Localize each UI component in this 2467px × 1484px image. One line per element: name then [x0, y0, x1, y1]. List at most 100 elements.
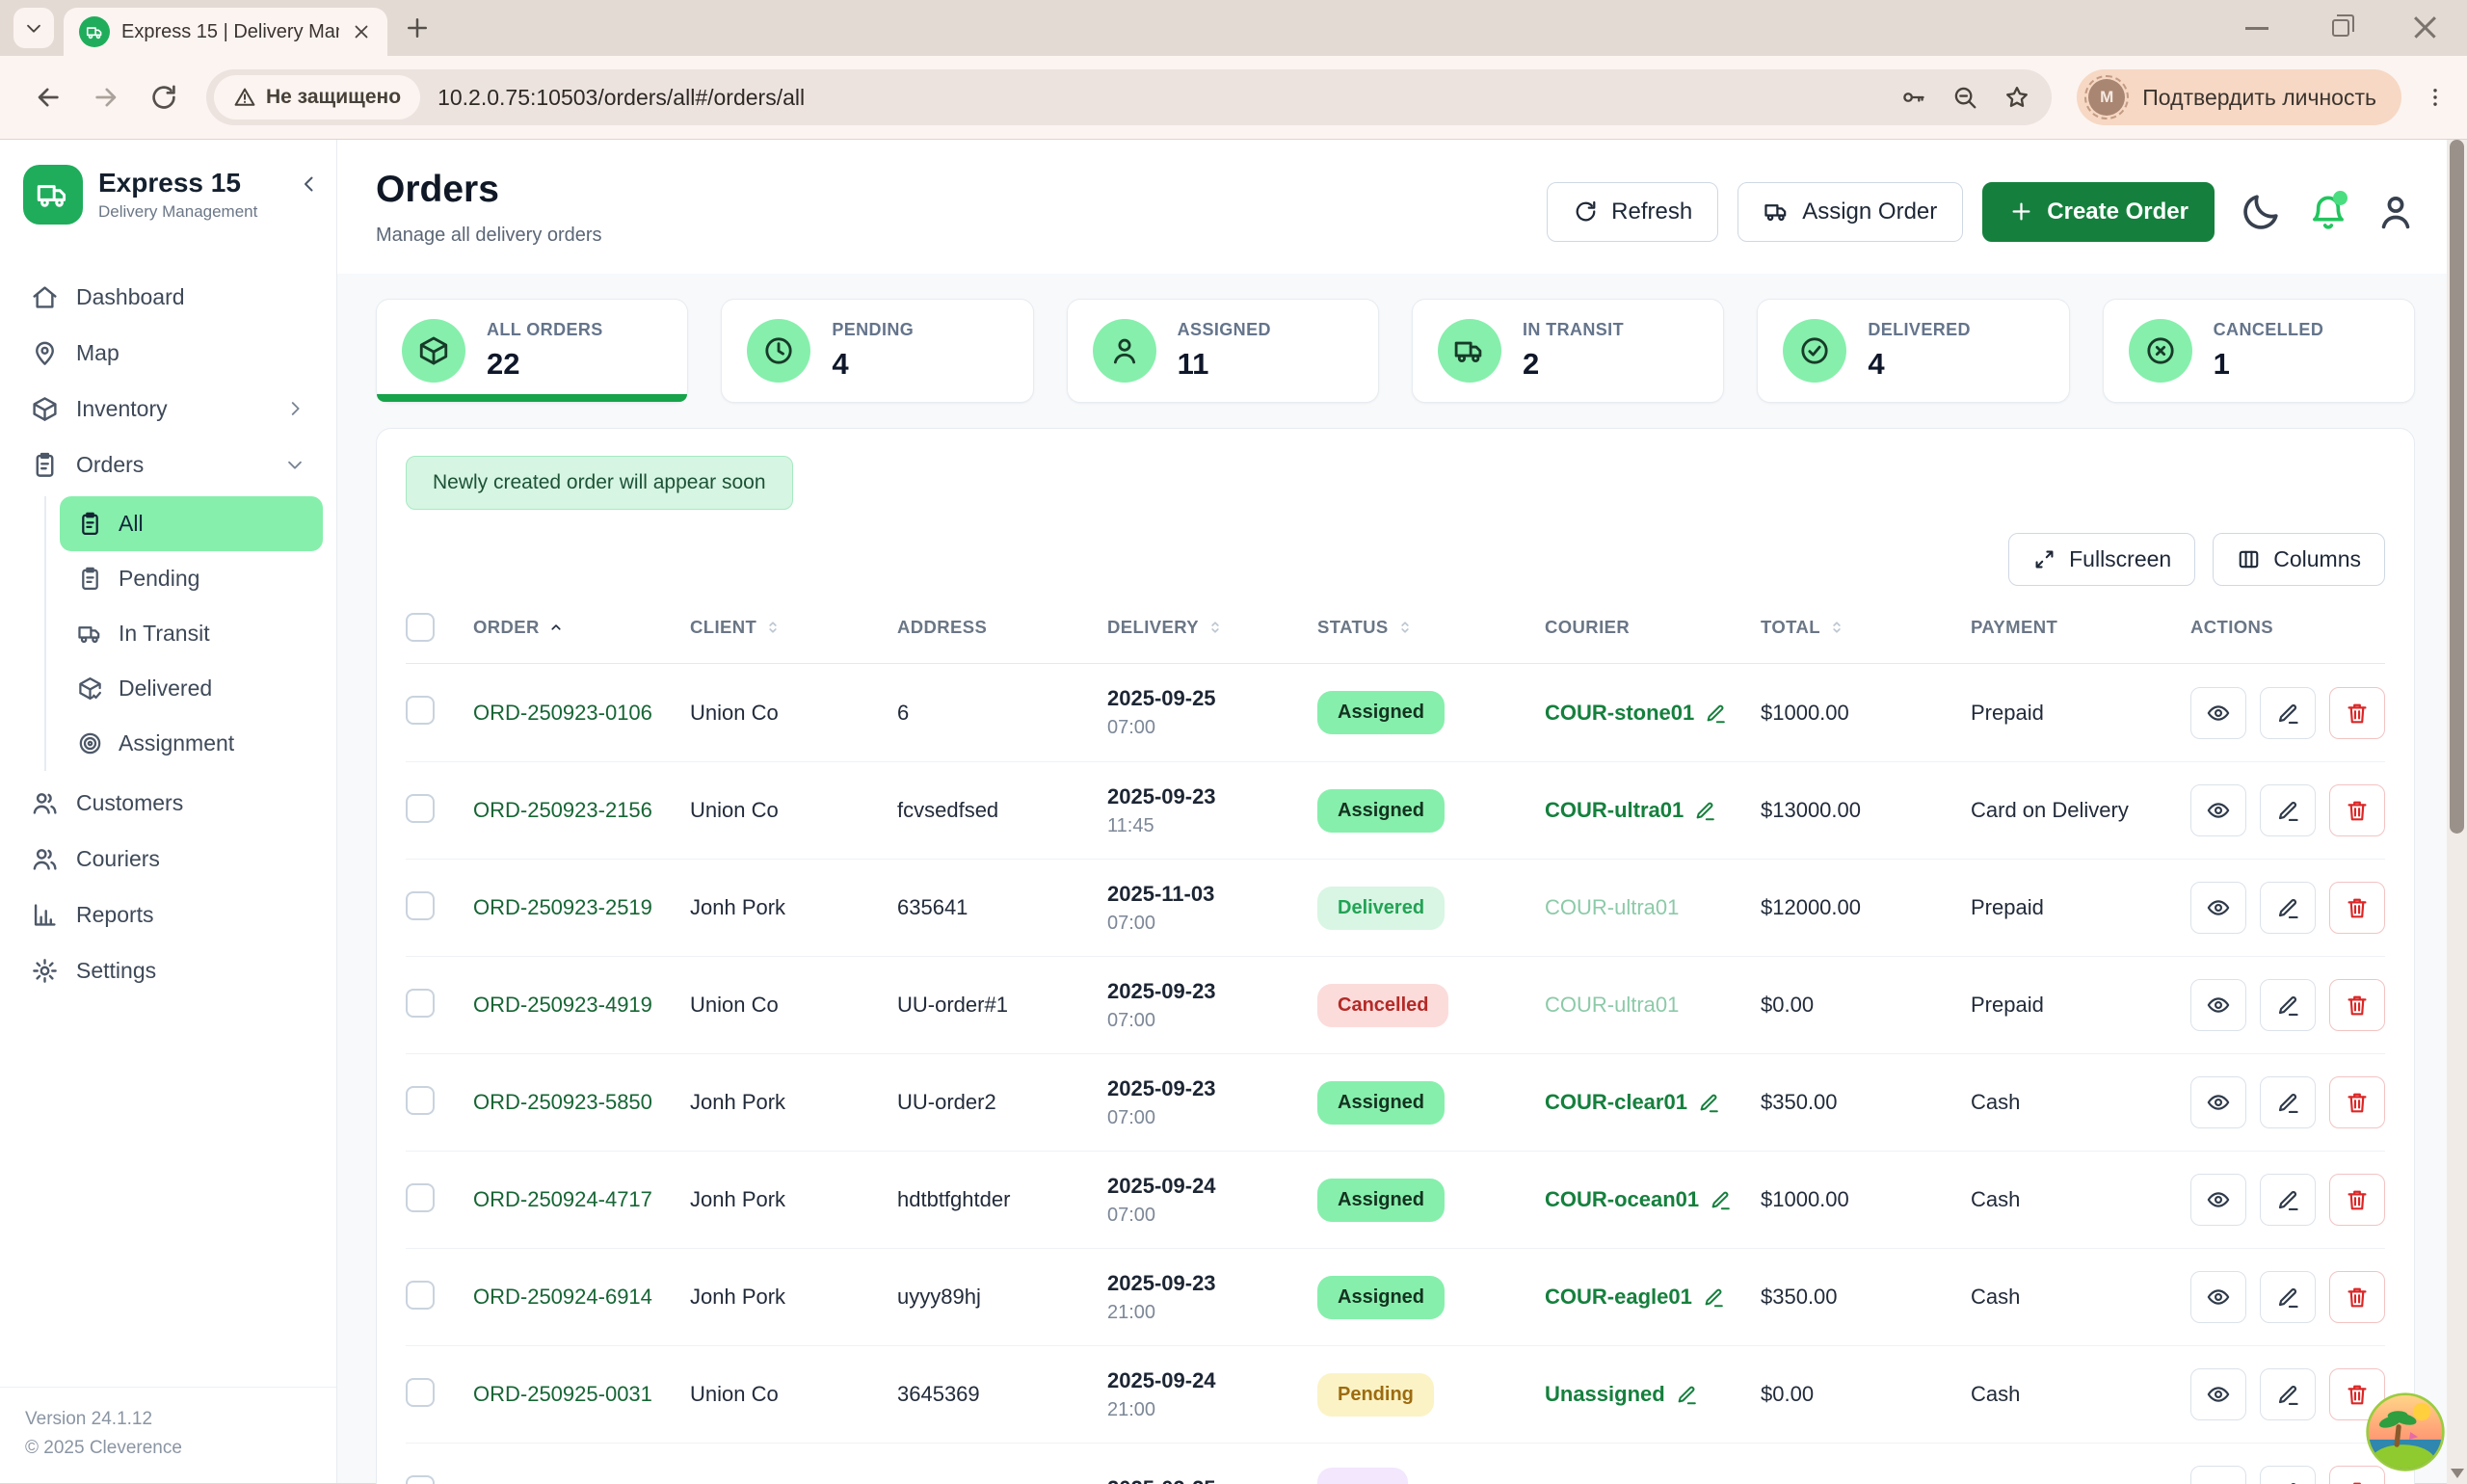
edit-order-button[interactable]	[2260, 1174, 2316, 1226]
edit-order-button[interactable]	[2260, 979, 2316, 1031]
tab-search-button[interactable]	[13, 8, 54, 48]
bookmark-star-icon[interactable]	[2003, 84, 2030, 111]
stat-card-all-orders[interactable]: ALL ORDERS 22	[376, 299, 689, 403]
edit-courier-icon[interactable]	[1693, 799, 1716, 822]
order-id-link[interactable]: ORD-250923-0106	[473, 701, 652, 725]
zoom-out-icon[interactable]	[1951, 84, 1978, 111]
stat-card-cancelled[interactable]: CANCELLED 1	[2102, 299, 2415, 403]
edit-order-button[interactable]	[2260, 1271, 2316, 1323]
row-checkbox[interactable]	[406, 988, 435, 1018]
edit-courier-icon[interactable]	[1704, 702, 1727, 725]
row-checkbox[interactable]	[406, 696, 435, 725]
row-checkbox[interactable]	[406, 1085, 435, 1115]
confirm-identity-button[interactable]: M Подтвердить личность	[2077, 69, 2401, 125]
sidebar-item-customers[interactable]: Customers	[13, 775, 323, 831]
edit-courier-icon[interactable]	[1709, 1188, 1732, 1211]
assign-order-button[interactable]: Assign Order	[1738, 181, 1964, 242]
column-header-courier[interactable]: COURIER	[1545, 617, 1761, 638]
column-header-address[interactable]: ADDRESS	[897, 617, 1107, 638]
stat-card-delivered[interactable]: DELIVERED 4	[1757, 299, 2070, 403]
sidebar-item-dashboard[interactable]: Dashboard	[13, 269, 323, 325]
edit-order-button[interactable]	[2260, 784, 2316, 836]
select-all-checkbox[interactable]	[406, 613, 435, 642]
edit-courier-icon[interactable]	[1702, 1285, 1725, 1309]
row-checkbox[interactable]	[406, 1377, 435, 1407]
window-restore-button[interactable]	[2332, 14, 2354, 37]
courier-link[interactable]: COUR-ultra01	[1545, 895, 1679, 920]
columns-button[interactable]: Columns	[2213, 533, 2385, 586]
edit-order-button[interactable]	[2260, 1368, 2316, 1420]
stat-card-pending[interactable]: PENDING 4	[721, 299, 1034, 403]
reload-button[interactable]	[148, 82, 179, 113]
edit-order-button[interactable]	[2260, 1466, 2316, 1484]
browser-tab[interactable]: Express 15 | Delivery Management	[64, 8, 387, 56]
browser-menu-icon[interactable]	[2423, 85, 2448, 110]
stat-card-in-transit[interactable]: IN TRANSIT 2	[1411, 299, 1725, 403]
window-close-button[interactable]	[2413, 15, 2438, 40]
forward-button[interactable]	[91, 82, 121, 113]
delete-order-button[interactable]	[2329, 1076, 2385, 1128]
sidebar-item-map[interactable]: Map	[13, 325, 323, 381]
scrollbar-down-arrow[interactable]	[2451, 1469, 2464, 1478]
view-order-button[interactable]	[2190, 784, 2246, 836]
view-order-button[interactable]	[2190, 686, 2246, 739]
edit-order-button[interactable]	[2260, 1076, 2316, 1128]
security-chip[interactable]: Не защищено	[214, 75, 421, 119]
column-header-status[interactable]: STATUS	[1317, 617, 1545, 638]
courier-link[interactable]: COUR-stone01	[1545, 701, 1694, 726]
back-button[interactable]	[33, 82, 64, 113]
column-header-order[interactable]: ORDER	[473, 617, 690, 638]
password-key-icon[interactable]	[1899, 84, 1926, 111]
window-minimize-button[interactable]	[2245, 26, 2268, 30]
view-order-button[interactable]	[2190, 1368, 2246, 1420]
edit-courier-icon[interactable]	[1675, 1383, 1698, 1406]
courier-link[interactable]: COUR-clear01	[1545, 1090, 1687, 1115]
courier-link[interactable]: Unassigned	[1545, 1382, 1665, 1407]
order-id-link[interactable]: ORD-250923-2156	[473, 798, 652, 822]
sidebar-item-orders-assignment[interactable]: Assignment	[60, 716, 323, 771]
sidebar-item-orders[interactable]: Orders	[13, 437, 323, 492]
column-header-total[interactable]: TOTAL	[1761, 617, 1971, 638]
row-checkbox[interactable]	[406, 1280, 435, 1310]
row-checkbox[interactable]	[406, 1182, 435, 1212]
new-tab-button[interactable]	[403, 13, 432, 42]
fullscreen-button[interactable]: Fullscreen	[2008, 533, 2196, 586]
island-widget-icon[interactable]	[2365, 1391, 2446, 1472]
delete-order-button[interactable]	[2329, 979, 2385, 1031]
create-order-button[interactable]: Create Order	[1982, 181, 2215, 242]
sidebar-item-inventory[interactable]: Inventory	[13, 381, 323, 437]
tab-close-icon[interactable]	[351, 21, 372, 42]
column-header-payment[interactable]: PAYMENT	[1971, 617, 2190, 638]
sidebar-item-orders-pending[interactable]: Pending	[60, 551, 323, 606]
sidebar-item-couriers[interactable]: Couriers	[13, 831, 323, 887]
courier-link[interactable]: COUR-ultra01	[1545, 798, 1684, 823]
order-id-link[interactable]: ORD-250923-4919	[473, 993, 652, 1017]
view-order-button[interactable]	[2190, 1466, 2246, 1484]
edit-order-button[interactable]	[2260, 686, 2316, 739]
courier-link[interactable]: COUR-eagle01	[1545, 1285, 1692, 1310]
delete-order-button[interactable]	[2329, 1271, 2385, 1323]
row-checkbox[interactable]	[406, 890, 435, 920]
scrollbar-thumb[interactable]	[2450, 140, 2464, 834]
stat-card-assigned[interactable]: ASSIGNED 11	[1066, 299, 1379, 403]
courier-link[interactable]: COUR-ultra01	[1545, 993, 1679, 1018]
sidebar-collapse-button[interactable]	[298, 172, 321, 196]
order-id-link[interactable]: ORD-250924-4717	[473, 1187, 652, 1211]
view-order-button[interactable]	[2190, 882, 2246, 934]
view-order-button[interactable]	[2190, 1076, 2246, 1128]
order-id-link[interactable]: ORD-250923-5850	[473, 1090, 652, 1114]
row-checkbox[interactable]	[406, 793, 435, 823]
sidebar-item-reports[interactable]: Reports	[13, 887, 323, 942]
sidebar-item-orders-in-transit[interactable]: In Transit	[60, 606, 323, 661]
address-bar[interactable]: Не защищено 10.2.0.75:10503/orders/all#/…	[206, 69, 2053, 125]
page-scrollbar[interactable]	[2447, 140, 2467, 1484]
delete-order-button[interactable]	[2329, 784, 2385, 836]
view-order-button[interactable]	[2190, 1271, 2246, 1323]
dark-mode-button[interactable]	[2240, 191, 2282, 233]
sidebar-item-orders-delivered[interactable]: Delivered	[60, 661, 323, 716]
edit-courier-icon[interactable]	[1697, 1091, 1720, 1114]
notifications-button[interactable]	[2307, 190, 2349, 233]
order-id-link[interactable]: ORD-250924-6914	[473, 1285, 652, 1309]
order-id-link[interactable]: ORD-250925-0031	[473, 1382, 652, 1406]
sidebar-item-settings[interactable]: Settings	[13, 942, 323, 998]
